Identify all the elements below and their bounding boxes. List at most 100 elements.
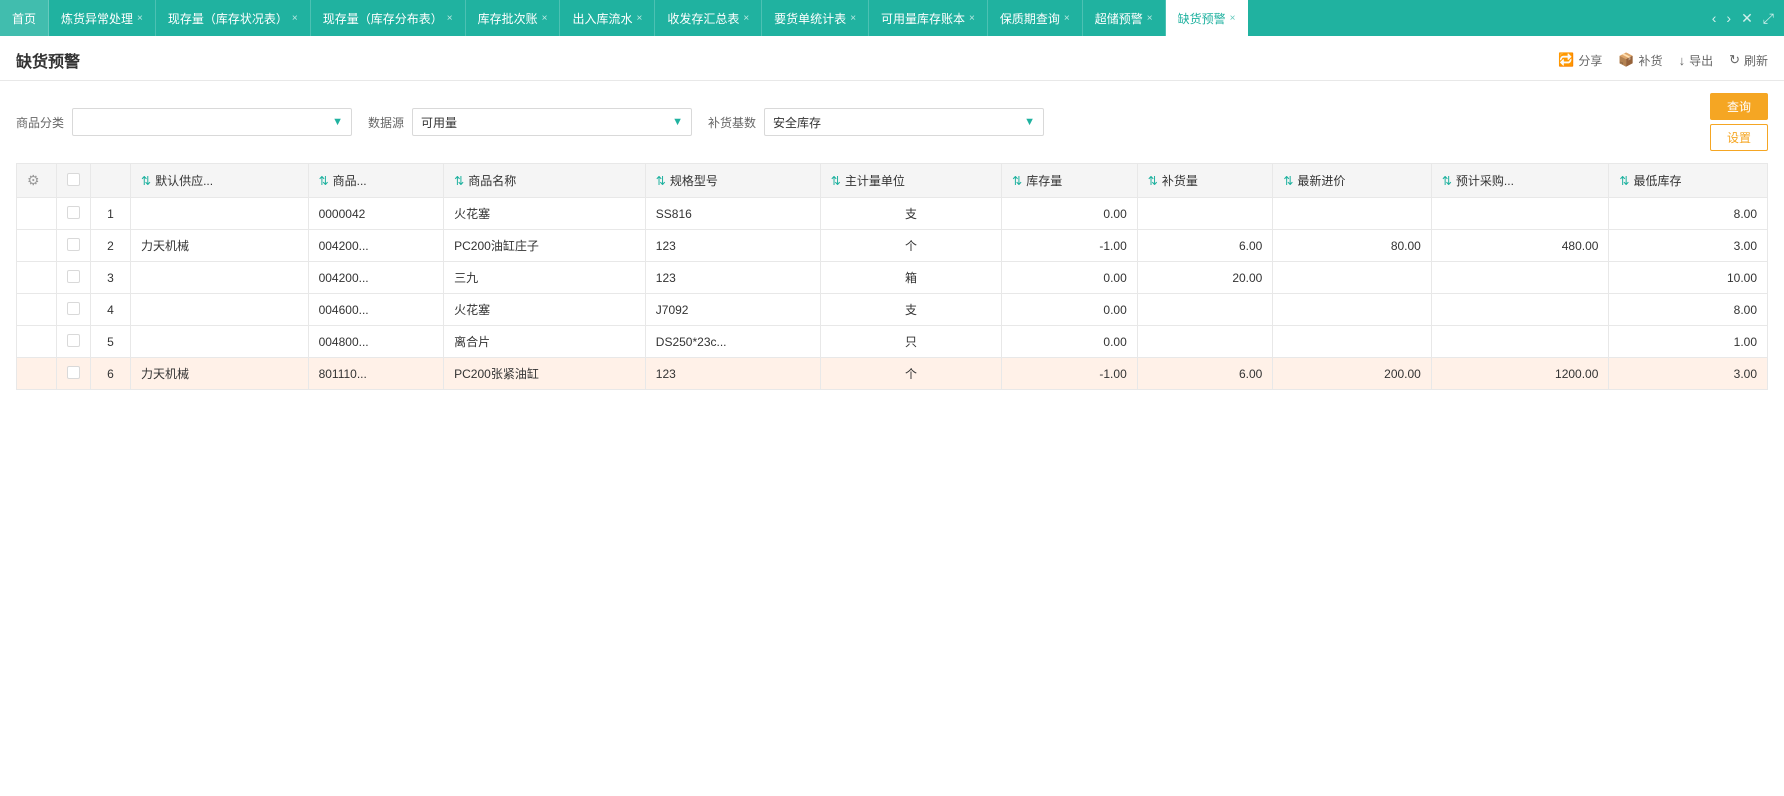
supplement-button[interactable]: 📦 补货 [1618, 52, 1662, 69]
sort-icon: ⇅ [656, 174, 666, 188]
row-supplier-cell: 力天机械 [131, 230, 309, 262]
row-supplier-cell [131, 198, 309, 230]
close-icon[interactable]: × [542, 13, 548, 24]
row-latest-price-cell: 80.00 [1273, 230, 1432, 262]
row-supplier-cell [131, 326, 309, 358]
row-estimated-cell [1431, 326, 1609, 358]
row-supplier-cell [131, 262, 309, 294]
close-icon[interactable]: × [137, 13, 143, 24]
col-latest-price-header[interactable]: ⇅ 最新进价 [1273, 164, 1432, 198]
col-estimated-header[interactable]: ⇅ 预计采购... [1431, 164, 1609, 198]
row-checkbox[interactable] [67, 334, 80, 347]
col-product-code-header[interactable]: ⇅ 商品... [308, 164, 444, 198]
close-icon[interactable]: × [292, 13, 298, 24]
row-settings-cell [17, 262, 57, 294]
close-icon[interactable]: × [447, 13, 453, 24]
row-latest-price-cell [1273, 262, 1432, 294]
close-icon[interactable]: × [1064, 13, 1070, 24]
table-row: 1 0000042 火花塞 SS816 支 0.00 8.00 [17, 198, 1768, 230]
sort-icon: ⇅ [141, 174, 151, 188]
tab-stock-dist[interactable]: 现存量（库存分布表） × [311, 0, 466, 36]
row-stock-cell: 0.00 [1002, 326, 1138, 358]
col-spec-header[interactable]: ⇅ 规格型号 [645, 164, 820, 198]
close-icon[interactable]: × [1147, 13, 1153, 24]
row-min-stock-cell: 3.00 [1609, 230, 1768, 262]
tab-next-icon[interactable]: › [1722, 8, 1735, 28]
row-stock-cell: -1.00 [1002, 230, 1138, 262]
close-icon[interactable]: × [969, 13, 975, 24]
main-content: 缺货预警 🔁 分享 📦 补货 ↓ 导出 ↻ 刷新 商品分类 [0, 36, 1784, 796]
settings-icon[interactable]: ⚙ [27, 172, 40, 188]
replenish-select[interactable]: 安全库存 ▼ [764, 108, 1044, 136]
tab-prev-icon[interactable]: ‹ [1708, 8, 1721, 28]
row-latest-price-cell [1273, 294, 1432, 326]
row-spec-cell: 123 [645, 358, 820, 390]
col-checkbox-header [57, 164, 91, 198]
datasource-select[interactable]: 可用量 ▼ [412, 108, 692, 136]
tab-summary[interactable]: 收发存汇总表 × [655, 0, 762, 36]
tab-overstock[interactable]: 超储预警 × [1083, 0, 1166, 36]
tab-home[interactable]: 首页 [0, 0, 49, 36]
row-supplement-cell: 6.00 [1137, 358, 1273, 390]
close-icon[interactable]: × [636, 13, 642, 24]
col-stock-header[interactable]: ⇅ 库存量 [1002, 164, 1138, 198]
replenish-filter-group: 补货基数 安全库存 ▼ [708, 108, 1044, 136]
row-checkbox[interactable] [67, 238, 80, 251]
sort-icon: ⇅ [1148, 174, 1158, 188]
table-body: 1 0000042 火花塞 SS816 支 0.00 8.00 2 力天机械 0… [17, 198, 1768, 390]
row-estimated-cell: 480.00 [1431, 230, 1609, 262]
tab-batch[interactable]: 库存批次账 × [466, 0, 561, 36]
tab-close-icon[interactable]: ✕ [1737, 8, 1757, 29]
row-checkbox[interactable] [67, 366, 80, 379]
filter-bar: 商品分类 ▼ 数据源 可用量 ▼ 补货基数 安全库存 ▼ 查询 设置 [0, 81, 1784, 163]
settings-button[interactable]: 设置 [1710, 124, 1768, 151]
replenish-value: 安全库存 [773, 114, 821, 131]
row-product-code-cell: 801110... [308, 358, 444, 390]
tab-expand-icon[interactable]: ⤢ [1759, 8, 1778, 29]
row-checkbox[interactable] [67, 270, 80, 283]
chevron-down-icon: ▼ [332, 116, 343, 128]
share-button[interactable]: 🔁 分享 [1558, 52, 1602, 69]
table-row: 3 004200... 三九 123 箱 0.00 20.00 10.00 [17, 262, 1768, 294]
row-checkbox-cell [57, 358, 91, 390]
close-icon[interactable]: × [743, 13, 749, 24]
select-all-checkbox[interactable] [67, 173, 80, 186]
row-settings-cell [17, 358, 57, 390]
row-latest-price-cell [1273, 326, 1432, 358]
table-row: 6 力天机械 801110... PC200张紧油缸 123 个 -1.00 6… [17, 358, 1768, 390]
row-unit-cell: 支 [820, 198, 1001, 230]
col-product-name-header[interactable]: ⇅ 商品名称 [444, 164, 646, 198]
category-label: 商品分类 [16, 114, 64, 131]
row-product-code-cell: 004800... [308, 326, 444, 358]
row-num-cell: 5 [91, 326, 131, 358]
close-icon[interactable]: × [1230, 13, 1236, 24]
close-icon[interactable]: × [850, 13, 856, 24]
row-checkbox[interactable] [67, 206, 80, 219]
tab-order-stats[interactable]: 要货单统计表 × [762, 0, 869, 36]
refresh-button[interactable]: ↻ 刷新 [1729, 52, 1768, 69]
col-supplier-header[interactable]: ⇅ 默认供应... [131, 164, 309, 198]
row-settings-cell [17, 198, 57, 230]
tab-flow[interactable]: 出入库流水 × [560, 0, 655, 36]
row-supplier-cell: 力天机械 [131, 358, 309, 390]
row-supplement-cell: 20.00 [1137, 262, 1273, 294]
row-settings-cell [17, 294, 57, 326]
row-estimated-cell: 1200.00 [1431, 358, 1609, 390]
tab-refine[interactable]: 炼货异常处理 × [49, 0, 156, 36]
row-num-cell: 6 [91, 358, 131, 390]
col-unit-header[interactable]: ⇅ 主计量单位 [820, 164, 1001, 198]
row-checkbox[interactable] [67, 302, 80, 315]
replenish-label: 补货基数 [708, 114, 756, 131]
category-select[interactable]: ▼ [72, 108, 352, 136]
sort-icon: ⇅ [1619, 174, 1629, 188]
col-supplement-header[interactable]: ⇅ 补货量 [1137, 164, 1273, 198]
tab-expiry[interactable]: 保质期查询 × [988, 0, 1083, 36]
export-button[interactable]: ↓ 导出 [1679, 52, 1714, 69]
row-spec-cell: 123 [645, 230, 820, 262]
row-checkbox-cell [57, 230, 91, 262]
query-button[interactable]: 查询 [1710, 93, 1768, 120]
tab-available[interactable]: 可用量库存账本 × [869, 0, 988, 36]
col-min-stock-header[interactable]: ⇅ 最低库存 [1609, 164, 1768, 198]
tab-shortage[interactable]: 缺货预警 × [1166, 0, 1249, 36]
tab-stock-status[interactable]: 现存量（库存状况表） × [156, 0, 311, 36]
